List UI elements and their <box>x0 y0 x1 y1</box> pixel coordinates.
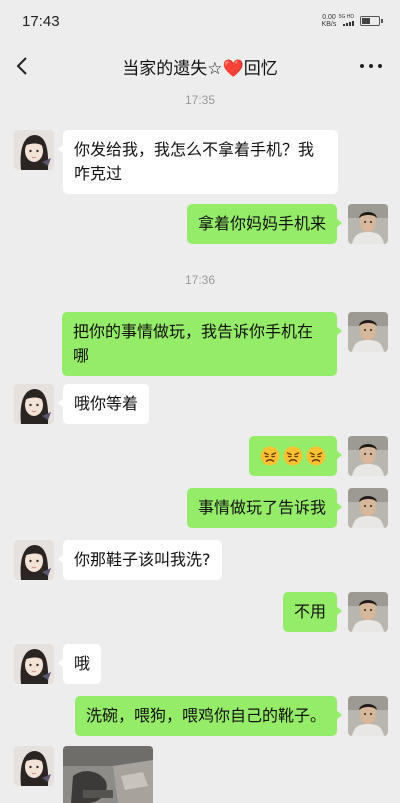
chevron-left-icon <box>16 57 27 75</box>
contact-avatar[interactable] <box>14 384 54 424</box>
outgoing-message-bubble[interactable]: 拿着你妈妈手机来 <box>186 204 343 244</box>
contact-avatar[interactable] <box>14 746 54 786</box>
incoming-message-bubble[interactable]: 哦你等着 <box>57 384 150 424</box>
my-avatar[interactable] <box>348 312 388 352</box>
outgoing-message-bubble[interactable]: 事情做玩了告诉我 <box>186 488 343 528</box>
outgoing-emoji-bubble[interactable] <box>249 436 342 476</box>
my-avatar[interactable] <box>348 436 388 476</box>
signal-icon <box>343 21 354 26</box>
angry-face-emoji-icon <box>306 446 326 466</box>
message-text: 事情做玩了告诉我 <box>197 498 326 517</box>
chat-header: 当家的遗失☆❤️回忆 <box>0 44 400 88</box>
angry-face-emoji-icon <box>283 446 303 466</box>
outgoing-message-bubble[interactable]: 把你的事情做玩，我告诉你手机在 哪 <box>62 312 342 376</box>
contact-avatar[interactable] <box>14 540 54 580</box>
my-avatar[interactable] <box>348 204 388 244</box>
back-button[interactable] <box>10 52 38 80</box>
incoming-message-bubble[interactable]: 你发给我，我怎么不拿着手机？我 咋克过 <box>58 130 338 194</box>
message-text: 哦你等着 <box>74 394 139 413</box>
signal-label: 5G HD <box>338 14 354 20</box>
more-button[interactable] <box>356 52 386 80</box>
my-avatar[interactable] <box>348 488 388 528</box>
contact-avatar[interactable] <box>14 130 54 170</box>
my-avatar[interactable] <box>348 592 388 632</box>
my-avatar[interactable] <box>348 696 388 736</box>
outgoing-message-bubble[interactable]: 不用 <box>282 592 343 632</box>
image-message-thumbnail[interactable] <box>63 746 153 803</box>
outgoing-message-bubble[interactable]: 洗碗，喂狗，喂鸡你自己的靴子。 <box>74 696 343 736</box>
network-speed-value: 0.00 <box>322 14 336 21</box>
status-time: 17:43 <box>22 13 60 30</box>
more-dots-icon <box>360 64 382 68</box>
message-text: 你发给我，我怎么不拿着手机？我 <box>74 140 315 159</box>
message-text: 哦 <box>74 654 91 673</box>
message-text: 你那鞋子该叫我洗? <box>74 550 211 569</box>
incoming-message-bubble[interactable]: 哦 <box>57 644 102 684</box>
message-timestamp: 17:35 <box>184 93 216 107</box>
angry-face-emoji-icon <box>260 446 280 466</box>
message-timestamp: 17:36 <box>184 273 216 287</box>
message-text: 洗碗，喂狗，喂鸡你自己的靴子。 <box>85 706 326 725</box>
message-text: 哪 <box>73 346 90 365</box>
network-speed-unit: KB/s <box>321 21 337 28</box>
status-bar: 17:43 0.00 KB/s 5G HD <box>0 0 400 44</box>
message-text: 把你的事情做玩，我告诉你手机在 <box>73 322 314 341</box>
battery-icon <box>360 16 383 26</box>
message-text: 咋克过 <box>74 164 123 183</box>
message-text: 不用 <box>293 602 326 621</box>
incoming-message-bubble[interactable]: 你那鞋子该叫我洗? <box>58 540 222 580</box>
message-text: 拿着你妈妈手机来 <box>197 214 326 233</box>
contact-avatar[interactable] <box>14 644 54 684</box>
network-speed: 0.00 KB/s <box>318 14 340 28</box>
chat-title: 当家的遗失☆❤️回忆 <box>122 59 278 79</box>
